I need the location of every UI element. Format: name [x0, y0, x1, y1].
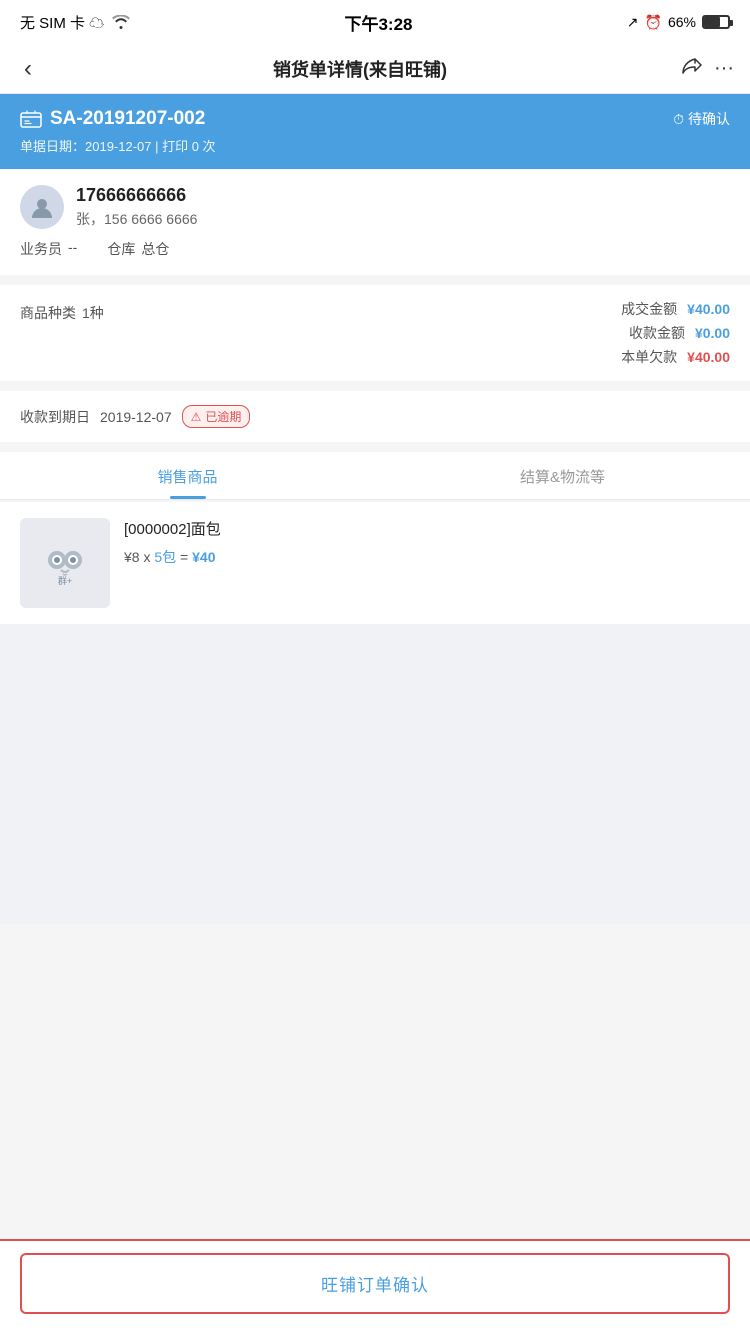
tab-settlement[interactable]: 结算&物流等 [375, 452, 750, 499]
status-right: ↗ ⏰ 66% [627, 14, 730, 31]
status-left: 无 SIM 卡 ☁ [20, 12, 130, 33]
product-price: ¥8 x 5包 = ¥40 [124, 547, 730, 567]
product-info: [0000002]面包 ¥8 x 5包 = ¥40 [124, 518, 730, 567]
customer-row: 17666666666 张，156 6666 6666 [20, 185, 730, 229]
debt-amount-value: ¥40.00 [687, 349, 730, 365]
goods-type-value: 1种 [82, 303, 104, 323]
amounts-section: 商品种类 1种 成交金额 ¥40.00 收款金额 ¥0.00 本单欠款 ¥40.… [0, 285, 750, 381]
deal-amount-value: ¥40.00 [687, 301, 730, 317]
back-button[interactable]: ‹ [16, 47, 40, 91]
overdue-label: 已逾期 [205, 408, 241, 425]
debt-amount-line: 本单欠款 ¥40.00 [621, 347, 730, 367]
product-qty: 5包 [154, 549, 176, 565]
battery-icon [702, 15, 730, 29]
debt-amount-label: 本单欠款 [621, 347, 677, 367]
customer-section: 17666666666 张，156 6666 6666 业务员 -- 仓库 总仓 [0, 169, 750, 275]
header-date: 单据日期：2019-12-07 | 打印 0 次 [20, 136, 730, 155]
goods-type: 商品种类 1种 [20, 299, 104, 323]
received-amount-line: 收款金额 ¥0.00 [629, 323, 730, 343]
order-icon [20, 110, 42, 128]
salesperson-label: 业务员 [20, 239, 62, 259]
nav-actions: ··· [680, 55, 734, 83]
sim-label: 无 SIM 卡 ☁ [20, 12, 104, 33]
deal-amount-line: 成交金额 ¥40.00 [621, 299, 730, 319]
overdue-badge: ⚠ 已逾期 [182, 405, 251, 428]
received-amount-value: ¥0.00 [695, 325, 730, 341]
bottom-bar: 旺铺订单确认 [0, 1239, 750, 1334]
order-status: ⏱ 待确认 [673, 109, 730, 129]
equals-sign: = [180, 549, 188, 565]
svg-text:群+: 群+ [58, 575, 72, 586]
header-card: SA-20191207-002 ⏱ 待确认 单据日期：2019-12-07 | … [0, 94, 750, 169]
customer-details: 17666666666 张，156 6666 6666 [76, 185, 197, 229]
customer-name: 张，156 6666 6666 [76, 209, 197, 229]
product-unit-price: ¥8 [124, 549, 140, 565]
product-total: ¥40 [192, 549, 215, 565]
meta-row: 业务员 -- 仓库 总仓 [20, 239, 730, 259]
product-thumb-image: 群+ [35, 538, 95, 588]
alarm-icon: ⏰ [645, 14, 662, 31]
avatar [20, 185, 64, 229]
amounts-right: 成交金额 ¥40.00 收款金额 ¥0.00 本单欠款 ¥40.00 [621, 299, 730, 367]
location-icon: ↗ [627, 14, 639, 31]
tab-sales-goods[interactable]: 销售商品 [0, 452, 375, 499]
product-thumbnail: 群+ [20, 518, 110, 608]
order-id: SA-20191207-002 [20, 108, 205, 130]
goods-type-label: 商品种类 [20, 303, 76, 323]
received-amount-label: 收款金额 [629, 323, 685, 343]
due-date-value: 2019-12-07 [100, 409, 172, 425]
more-button[interactable]: ··· [714, 57, 734, 80]
customer-phone: 17666666666 [76, 185, 197, 206]
wifi-icon [112, 15, 130, 29]
salesperson-value: -- [68, 239, 77, 259]
multiply-sign: x [143, 549, 150, 565]
page-title: 销货单详情(来自旺铺) [273, 56, 447, 82]
confirm-order-button[interactable]: 旺铺订单确认 [20, 1253, 730, 1314]
due-date-label: 收款到期日 [20, 407, 90, 427]
status-label: 待确认 [688, 109, 730, 129]
due-section: 收款到期日 2019-12-07 ⚠ 已逾期 [0, 391, 750, 442]
product-item: 群+ [0000002]面包 ¥8 x 5包 = ¥40 [0, 502, 750, 624]
product-name: [0000002]面包 [124, 518, 730, 539]
status-bar: 无 SIM 卡 ☁ 下午3:28 ↗ ⏰ 66% [0, 0, 750, 44]
battery-percent: 66% [668, 14, 696, 30]
status-time: 下午3:28 [344, 10, 412, 35]
warehouse-value: 总仓 [141, 239, 169, 259]
nav-bar: ‹ 销货单详情(来自旺铺) ··· [0, 44, 750, 94]
share-button[interactable] [680, 55, 702, 83]
empty-area [0, 624, 750, 924]
overdue-icon: ⚠ [191, 410, 202, 424]
status-clock-icon: ⏱ [673, 111, 684, 128]
tab-bar: 销售商品 结算&物流等 [0, 452, 750, 500]
warehouse-label: 仓库 [107, 239, 135, 259]
deal-amount-label: 成交金额 [621, 299, 677, 319]
